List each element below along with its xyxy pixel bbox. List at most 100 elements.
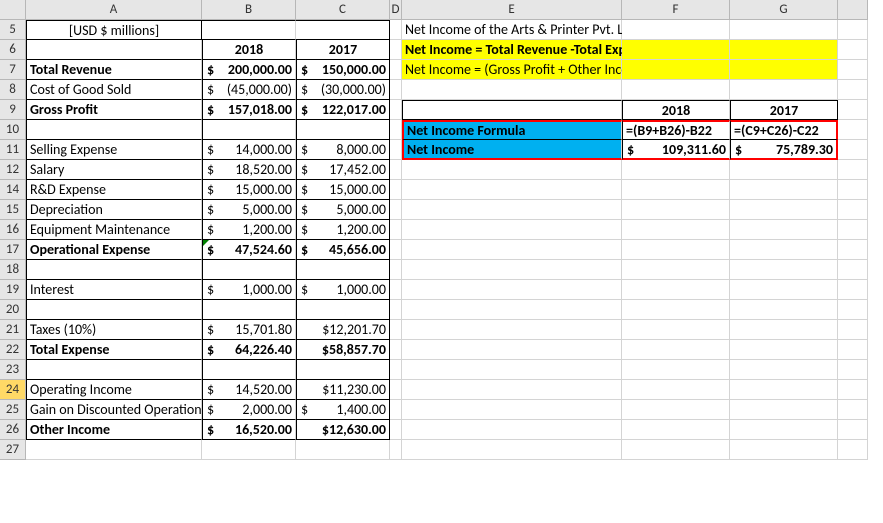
cell-blank8[interactable] [838,80,868,100]
cell-blank18[interactable] [838,260,868,280]
cell-F9[interactable]: 2018 [622,100,730,120]
cell-G14[interactable] [730,180,838,200]
cell-A21[interactable]: Taxes (10%) [26,320,202,340]
cell-E24[interactable] [402,380,622,400]
cell-F25[interactable] [622,400,730,420]
cell-E5[interactable]: Net Income of the Arts & Printer Pvt. Lt… [402,20,622,40]
cell-G24[interactable] [730,380,838,400]
cell-F20[interactable] [622,300,730,320]
cell-A20[interactable] [26,300,202,320]
cell-C11[interactable]: $8,000.00 [296,140,390,160]
row-header[interactable]: 12 [0,160,26,180]
cell-A19[interactable]: Interest [26,280,202,300]
cell-F5[interactable] [622,20,730,40]
cell-E6[interactable]: Net Income = Total Revenue -Total Expens… [402,40,622,60]
cell-G18[interactable] [730,260,838,280]
cell-B24[interactable]: $14,520.00 [202,380,296,400]
cell-C7[interactable]: $150,000.00 [296,60,390,80]
cell-blank16[interactable] [838,220,868,240]
cell-C25[interactable]: $1,400.00 [296,400,390,420]
col-header-A[interactable]: A [26,0,202,20]
cell-A5[interactable]: [USD $ millions] [26,20,202,40]
cell-D18[interactable] [390,260,402,280]
row-header[interactable]: 10 [0,120,26,140]
cell-G27[interactable] [730,440,838,460]
cell-blank24[interactable] [838,380,868,400]
cell-D20[interactable] [390,300,402,320]
cell-G5[interactable] [730,20,838,40]
cell-A7[interactable]: Total Revenue [26,60,202,80]
cell-blank25[interactable] [838,400,868,420]
cell-G10[interactable]: =(C9+C26)-C22 [730,120,838,140]
cell-G20[interactable] [730,300,838,320]
cell-E20[interactable] [402,300,622,320]
cell-blank12[interactable] [838,160,868,180]
cell-E12[interactable] [402,160,622,180]
cell-D25[interactable] [390,400,402,420]
cell-blank15[interactable] [838,200,868,220]
cell-D7[interactable] [390,60,402,80]
cell-C20[interactable] [296,300,390,320]
cell-E27[interactable] [402,440,622,460]
cell-B5[interactable] [202,20,296,40]
cell-B20[interactable] [202,300,296,320]
cell-B25[interactable]: $2,000.00 [202,400,296,420]
cell-D12[interactable] [390,160,402,180]
cell-C26[interactable]: $12,630.00 [296,420,390,440]
cell-B12[interactable]: $18,520.00 [202,160,296,180]
cell-F14[interactable] [622,180,730,200]
cell-B17[interactable]: $47,524.60 [202,240,296,260]
cell-A15[interactable]: Depreciation [26,200,202,220]
cell-F27[interactable] [622,440,730,460]
cell-B14[interactable]: $15,000.00 [202,180,296,200]
cell-D17[interactable] [390,240,402,260]
cell-G11[interactable]: $75,789.30 [730,140,838,160]
cell-E23[interactable] [402,360,622,380]
cell-blank9[interactable] [838,100,868,120]
cell-E7[interactable]: Net Income = (Gross Profit + Other Incom… [402,60,622,80]
cell-F15[interactable] [622,200,730,220]
row-header[interactable]: 27 [0,440,26,460]
cell-D11[interactable] [390,140,402,160]
cell-D24[interactable] [390,380,402,400]
row-header[interactable]: 23 [0,360,26,380]
cell-blank7[interactable] [838,60,868,80]
col-header-F[interactable]: F [622,0,730,20]
spreadsheet-grid[interactable]: A B C D E F G 5 [USD $ millions] Net Inc… [0,0,883,460]
col-header-G[interactable]: G [730,0,838,20]
cell-G16[interactable] [730,220,838,240]
cell-B22[interactable]: $64,226.40 [202,340,296,360]
row-header[interactable]: 17 [0,240,26,260]
cell-A27[interactable] [26,440,202,460]
cell-B10[interactable] [202,120,296,140]
row-header[interactable]: 8 [0,80,26,100]
cell-B27[interactable] [202,440,296,460]
cell-B23[interactable] [202,360,296,380]
col-header-B[interactable]: B [202,0,296,20]
col-header-E[interactable]: E [402,0,622,20]
cell-F24[interactable] [622,380,730,400]
cell-F12[interactable] [622,160,730,180]
row-header[interactable]: 18 [0,260,26,280]
cell-A14[interactable]: R&D Expense [26,180,202,200]
cell-D10[interactable] [390,120,402,140]
cell-blank26[interactable] [838,420,868,440]
cell-G15[interactable] [730,200,838,220]
row-header[interactable]: 16 [0,220,26,240]
cell-D8[interactable] [390,80,402,100]
cell-D21[interactable] [390,320,402,340]
cell-C5[interactable] [296,20,390,40]
row-header[interactable]: 9 [0,100,26,120]
row-header[interactable]: 11 [0,140,26,160]
cell-C8[interactable]: $(30,000.00) [296,80,390,100]
cell-F19[interactable] [622,280,730,300]
cell-E17[interactable] [402,240,622,260]
cell-B16[interactable]: $1,200.00 [202,220,296,240]
cell-G25[interactable] [730,400,838,420]
cell-D15[interactable] [390,200,402,220]
cell-blank5[interactable] [838,20,868,40]
cell-C10[interactable] [296,120,390,140]
cell-C23[interactable] [296,360,390,380]
cell-D9[interactable] [390,100,402,120]
cell-E11[interactable]: Net Income [402,140,622,160]
